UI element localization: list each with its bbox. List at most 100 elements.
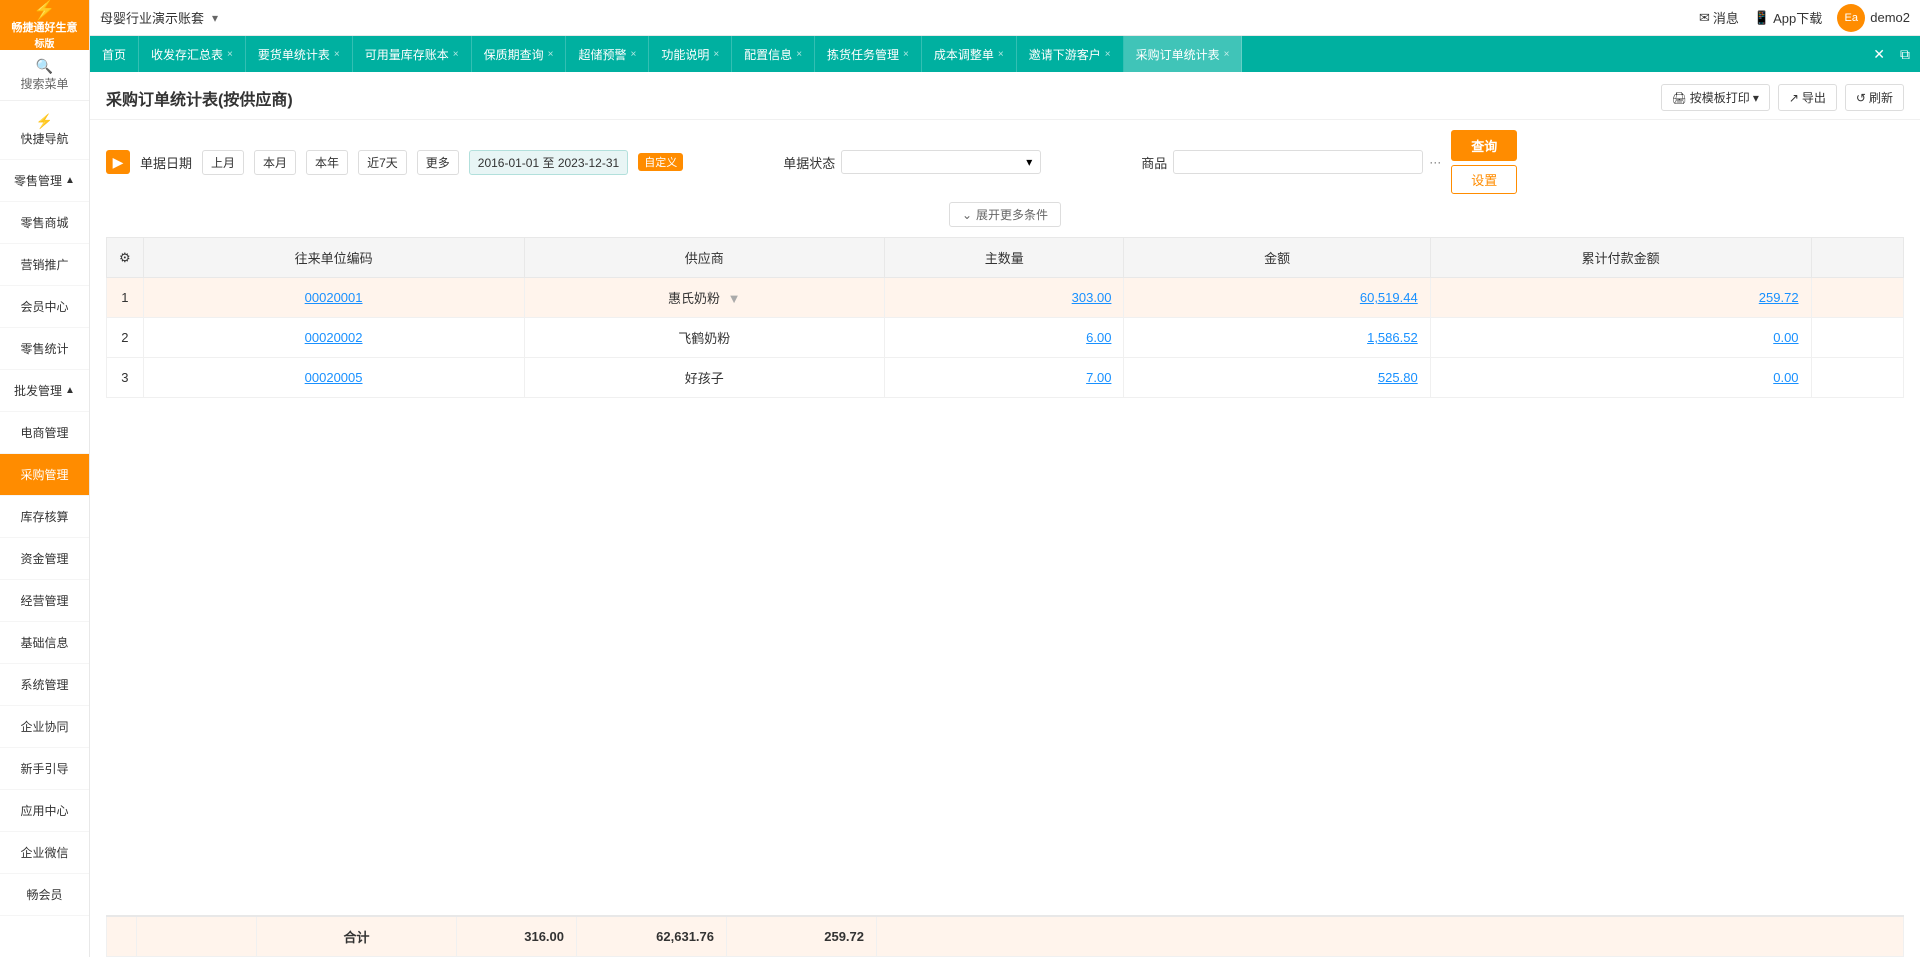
tab-function-guide[interactable]: 功能说明 × [649, 36, 732, 72]
sidebar-item-marketing[interactable]: 营销推广 [0, 244, 89, 286]
sidebar-item-member[interactable]: 畅会员 [0, 874, 89, 916]
topbar-msg[interactable]: ✉ 消息 [1699, 8, 1739, 27]
goods-filter-group: 商品 ··· [1141, 150, 1441, 174]
filter-last-7-days[interactable]: 近7天 [358, 150, 407, 175]
app-icon: 📱 [1754, 10, 1770, 26]
nav-tabs-end: ✕ ⧉ [1868, 46, 1920, 63]
sidebar-item-operation[interactable]: 经营管理 [0, 580, 89, 622]
tab-invite-downstream[interactable]: 邀请下游客户 × [1017, 36, 1124, 72]
status-select[interactable]: ▾ [841, 150, 1041, 174]
sidebar-item-stock[interactable]: 库存核算 [0, 496, 89, 538]
filter-this-month[interactable]: 本月 [254, 150, 296, 175]
footer-empty1 [107, 916, 137, 957]
row-amount[interactable]: 1,586.52 [1124, 318, 1430, 358]
close-icon[interactable]: × [548, 49, 554, 60]
page-title: 采购订单统计表(按供应商) [106, 86, 293, 110]
close-icon[interactable]: × [334, 49, 340, 60]
sidebar-item-wholesale-mgmt[interactable]: 批发管理 ▲ [0, 370, 89, 412]
sidebar-item-search[interactable]: 🔍 搜索菜单 [0, 50, 89, 101]
close-icon[interactable]: × [998, 49, 1004, 60]
sidebar-item-retail-mgmt[interactable]: 零售管理 ▲ [0, 160, 89, 202]
row-paid[interactable]: 259.72 [1430, 278, 1811, 318]
row-qty[interactable]: 7.00 [885, 358, 1124, 398]
close-icon[interactable]: × [1105, 49, 1111, 60]
user-profile[interactable]: Ea demo2 [1837, 4, 1910, 32]
search-button[interactable]: 查询 [1451, 130, 1517, 161]
row-no: 2 [107, 318, 144, 358]
footer-label: 合计 [257, 916, 457, 957]
sidebar-item-retail-shop[interactable]: 零售商城 [0, 202, 89, 244]
sidebar-item-member-center[interactable]: 会员中心 [0, 286, 89, 328]
table-header-qty: 主数量 [885, 238, 1124, 278]
sidebar-item-app-center[interactable]: 应用中心 [0, 790, 89, 832]
row-qty[interactable]: 303.00 [885, 278, 1124, 318]
print-template-button[interactable]: 🖨 按模板打印 ▾ [1661, 84, 1770, 111]
restore-window-button[interactable]: ⧉ [1895, 46, 1915, 63]
sidebar-item-system[interactable]: 系统管理 [0, 664, 89, 706]
filter-more-dates[interactable]: 更多 [417, 150, 459, 175]
settings-button[interactable]: 设置 [1451, 165, 1517, 194]
export-icon: ↗ [1789, 91, 1799, 105]
tab-config[interactable]: 配置信息 × [732, 36, 815, 72]
close-all-tabs-button[interactable]: ✕ [1868, 46, 1890, 63]
sidebar-item-finance[interactable]: 资金管理 [0, 538, 89, 580]
page-header: 采购订单统计表(按供应商) 🖨 按模板打印 ▾ ↗ 导出 ↺ 刷新 [90, 72, 1920, 120]
topbar-left: 母婴行业演示账套 ▾ [100, 8, 218, 27]
goods-label: 商品 [1141, 153, 1167, 172]
row-amount[interactable]: 60,519.44 [1124, 278, 1430, 318]
goods-input[interactable] [1173, 150, 1423, 174]
close-icon[interactable]: × [903, 49, 909, 60]
custom-date-badge: 自定义 [638, 153, 683, 171]
row-amount[interactable]: 525.80 [1124, 358, 1430, 398]
refresh-button[interactable]: ↺ 刷新 [1845, 84, 1904, 111]
tab-home[interactable]: 首页 [90, 36, 139, 72]
tab-purchase-req[interactable]: 要货单统计表 × [246, 36, 353, 72]
topbar-dropdown[interactable]: ▾ [212, 11, 218, 25]
row-code[interactable]: 00020002 [143, 318, 524, 358]
row-code[interactable]: 00020001 [143, 278, 524, 318]
tab-cost-adjust[interactable]: 成本调整单 × [922, 36, 1017, 72]
sidebar-item-quick-nav[interactable]: ⚡ 快捷导航 [0, 101, 89, 160]
table-header-empty [1811, 238, 1903, 278]
goods-more-icon[interactable]: ··· [1429, 155, 1441, 169]
refresh-icon: ↺ [1856, 91, 1866, 105]
tab-stock-available[interactable]: 可用量库存账本 × [353, 36, 472, 72]
close-icon[interactable]: × [796, 49, 802, 60]
close-icon[interactable]: × [227, 49, 233, 60]
table-header-settings[interactable]: ⚙ [107, 238, 144, 278]
export-button[interactable]: ↗ 导出 [1778, 84, 1837, 111]
table-header-amount: 金额 [1124, 238, 1430, 278]
filter-toggle-button[interactable]: ▶ [106, 150, 130, 174]
close-icon[interactable]: × [453, 49, 459, 60]
row-supplier: 惠氏奶粉 ▼ [524, 278, 885, 318]
sidebar-item-newbie[interactable]: 新手引导 [0, 748, 89, 790]
row-code[interactable]: 00020005 [143, 358, 524, 398]
close-icon[interactable]: × [1224, 49, 1230, 60]
tab-expiry-query[interactable]: 保质期查询 × [472, 36, 567, 72]
sidebar-item-retail-stats[interactable]: 零售统计 [0, 328, 89, 370]
sidebar-item-enterprise[interactable]: 企业协同 [0, 706, 89, 748]
tab-purchase-order-stats[interactable]: 采购订单统计表 × [1124, 36, 1243, 72]
filter-this-year[interactable]: 本年 [306, 150, 348, 175]
tab-overstock-warn[interactable]: 超储预警 × [566, 36, 649, 72]
tab-pick-task[interactable]: 拣货任务管理 × [815, 36, 922, 72]
sidebar-item-ecommerce[interactable]: 电商管理 [0, 412, 89, 454]
chevron-down-icon: ▾ [1753, 91, 1759, 105]
sidebar-item-basic-info[interactable]: 基础信息 [0, 622, 89, 664]
search-actions: 查询 设置 [1451, 130, 1517, 194]
nav-tabs: 首页 收发存汇总表 × 要货单统计表 × 可用量库存账本 × 保质期查询 × 超… [90, 36, 1920, 72]
expand-icon[interactable]: ▼ [728, 291, 741, 306]
tab-stock-summary[interactable]: 收发存汇总表 × [139, 36, 246, 72]
row-paid[interactable]: 0.00 [1430, 358, 1811, 398]
row-no: 1 [107, 278, 144, 318]
sidebar-item-wechat[interactable]: 企业微信 [0, 832, 89, 874]
close-icon[interactable]: × [630, 49, 636, 60]
expand-filter-button[interactable]: ⌄ 展开更多条件 [949, 202, 1061, 227]
sidebar-item-purchase[interactable]: 采购管理 [0, 454, 89, 496]
row-qty[interactable]: 6.00 [885, 318, 1124, 358]
topbar-app-download[interactable]: 📱 App下载 [1754, 8, 1822, 27]
filter-last-month[interactable]: 上月 [202, 150, 244, 175]
close-icon[interactable]: × [713, 49, 719, 60]
filter-row: ▶ 单据日期 上月 本月 本年 近7天 更多 2016-01-01 至 2023… [106, 130, 1904, 194]
row-paid[interactable]: 0.00 [1430, 318, 1811, 358]
